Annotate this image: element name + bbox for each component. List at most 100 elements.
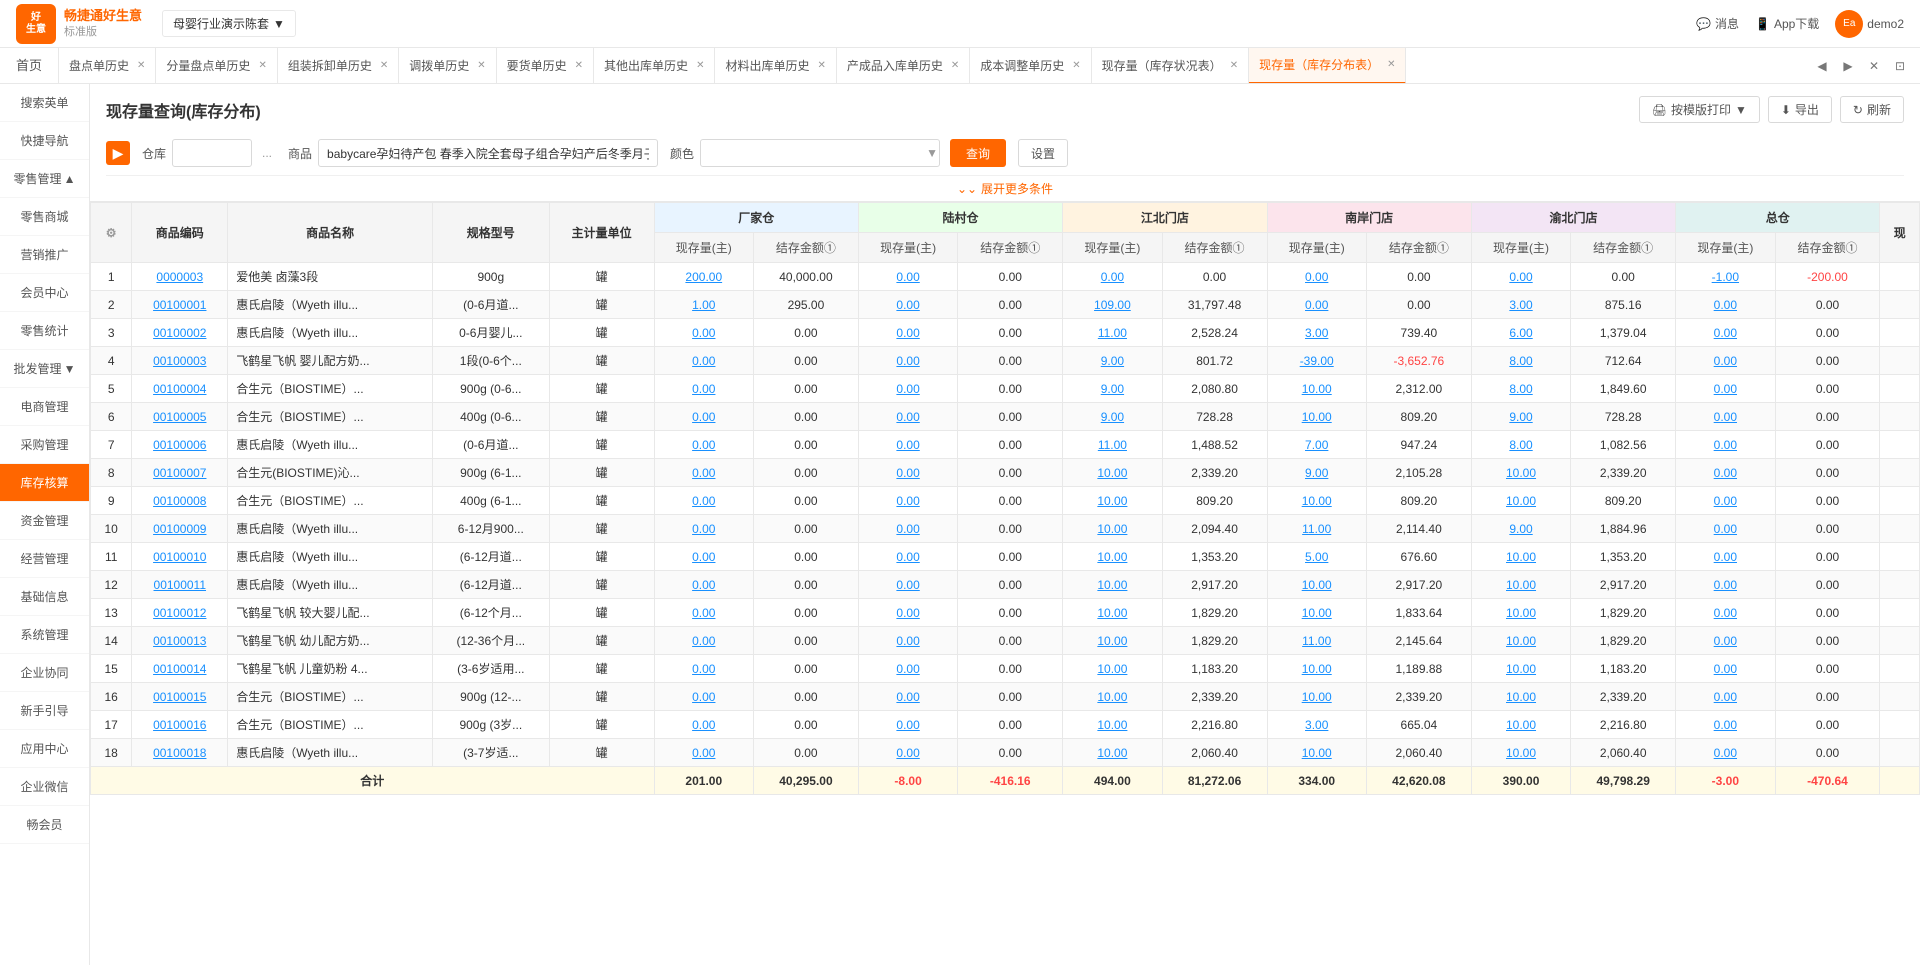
cell-zc-amt: 0.00 bbox=[1775, 739, 1880, 767]
tab-close-icon[interactable]: ✕ bbox=[380, 48, 388, 84]
table-row: 14 00100013 飞鹤星飞帆 幼儿配方奶... (12-36个月... 罐… bbox=[91, 627, 1920, 655]
tab-close-icon[interactable]: ✕ bbox=[1387, 48, 1395, 83]
tab-close-icon[interactable]: ✕ bbox=[258, 48, 266, 84]
tab-close-icon[interactable]: ✕ bbox=[575, 48, 583, 84]
app-download-btn[interactable]: 📱 App下载 bbox=[1755, 15, 1819, 32]
warehouse-input[interactable] bbox=[172, 139, 252, 167]
th-total: 总仓 bbox=[1676, 203, 1880, 233]
tab-close-all-btn[interactable]: ✕ bbox=[1862, 54, 1886, 78]
tab-yaohuo[interactable]: 要货单历史 ✕ bbox=[497, 48, 594, 84]
cell-fc-qty: 0.00 bbox=[654, 319, 753, 347]
cell-yb-qty: 10.00 bbox=[1471, 487, 1570, 515]
tab-prev-btn[interactable]: ◀ bbox=[1810, 54, 1834, 78]
sidebar-item-search[interactable]: 搜索英单 bbox=[0, 84, 89, 122]
th-jiangbei: 江北门店 bbox=[1063, 203, 1267, 233]
cell-na-amt: 739.40 bbox=[1366, 319, 1471, 347]
tab-close-icon[interactable]: ✕ bbox=[696, 48, 704, 84]
cell-lc-amt: 0.00 bbox=[958, 347, 1063, 375]
refresh-btn[interactable]: ↻ 刷新 bbox=[1840, 96, 1904, 123]
tab-close-icon[interactable]: ✕ bbox=[817, 48, 825, 84]
cell-name: 惠氏启陵（Wyeth illu... bbox=[228, 739, 433, 767]
query-btn[interactable]: 查询 bbox=[950, 139, 1006, 167]
tab-expand-btn[interactable]: ⊡ bbox=[1888, 54, 1912, 78]
cell-lc-amt: 0.00 bbox=[958, 739, 1063, 767]
tab-fpanding[interactable]: 分量盘点单历史 ✕ bbox=[156, 48, 277, 84]
sidebar-item-basic[interactable]: 基础信息 bbox=[0, 578, 89, 616]
tab-panding[interactable]: 盘点单历史 ✕ bbox=[59, 48, 156, 84]
tab-zuzhuang[interactable]: 组装拆卸单历史 ✕ bbox=[278, 48, 399, 84]
cell-fc-qty: 0.00 bbox=[654, 487, 753, 515]
sidebar-item-member[interactable]: 会员中心 bbox=[0, 274, 89, 312]
cell-jb-amt: 2,917.20 bbox=[1162, 571, 1267, 599]
cell-jb-amt: 809.20 bbox=[1162, 487, 1267, 515]
cell-fc-amt: 0.00 bbox=[753, 431, 858, 459]
cell-lc-qty: 0.00 bbox=[858, 375, 957, 403]
sidebar-item-inventory[interactable]: 库存核算 bbox=[0, 464, 89, 502]
tab-qtck[interactable]: 其他出库单历史 ✕ bbox=[594, 48, 715, 84]
sidebar-item-finance[interactable]: 资金管理 bbox=[0, 502, 89, 540]
th-gear[interactable]: ⚙ bbox=[91, 203, 132, 263]
cell-unit: 罐 bbox=[549, 515, 654, 543]
tab-clck[interactable]: 材料出库单历史 ✕ bbox=[715, 48, 836, 84]
cell-zc-qty: 0.00 bbox=[1676, 599, 1775, 627]
expand-more-btn[interactable]: ⌄⌄ 展开更多条件 bbox=[957, 180, 1053, 197]
cell-current bbox=[1880, 543, 1920, 571]
cell-na-amt: 0.00 bbox=[1366, 291, 1471, 319]
sidebar-item-ops[interactable]: 经营管理 bbox=[0, 540, 89, 578]
sidebar-item-wholesale[interactable]: 批发管理 ▼ bbox=[0, 350, 89, 388]
cell-spec: (6-12个月... bbox=[432, 599, 549, 627]
table-row: 5 00100004 合生元（BIOSTIME）... 900g (0-6...… bbox=[91, 375, 1920, 403]
sidebar-item-retail-mall[interactable]: 零售商城 bbox=[0, 198, 89, 236]
sidebar-item-retail-mgmt[interactable]: 零售管理 ▲ bbox=[0, 160, 89, 198]
export-btn[interactable]: ⬇ 导出 bbox=[1768, 96, 1832, 123]
cell-zc-qty: 0.00 bbox=[1676, 431, 1775, 459]
user-avatar-area[interactable]: Ea demo2 bbox=[1835, 10, 1904, 38]
cell-lc-qty: 0.00 bbox=[858, 403, 957, 431]
table-row: 3 00100002 惠氏启陵（Wyeth illu... 0-6月婴儿... … bbox=[91, 319, 1920, 347]
cell-unit: 罐 bbox=[549, 263, 654, 291]
tab-diaob[interactable]: 调拨单历史 ✕ bbox=[399, 48, 496, 84]
message-btn[interactable]: 💬 消息 bbox=[1696, 15, 1739, 32]
cell-spec: 1段(0-6个... bbox=[432, 347, 549, 375]
tab-xcl-dist[interactable]: 现存量（库存分布表） ✕ bbox=[1249, 48, 1406, 84]
cell-yb-amt: 2,216.80 bbox=[1571, 711, 1676, 739]
sidebar-item-nav[interactable]: 快捷导航 bbox=[0, 122, 89, 160]
tab-ccrk[interactable]: 产成品入库单历史 ✕ bbox=[837, 48, 970, 84]
cell-current bbox=[1880, 347, 1920, 375]
th-spec: 规格型号 bbox=[432, 203, 549, 263]
cell-yb-qty: 10.00 bbox=[1471, 571, 1570, 599]
tab-xcl-status[interactable]: 现存量（库存状况表） ✕ bbox=[1092, 48, 1249, 84]
tab-next-btn[interactable]: ▶ bbox=[1836, 54, 1860, 78]
sidebar-item-retail-stats[interactable]: 零售统计 bbox=[0, 312, 89, 350]
cell-zc-qty: 0.00 bbox=[1676, 375, 1775, 403]
sidebar-item-collab[interactable]: 企业协同 bbox=[0, 654, 89, 692]
industry-selector[interactable]: 母婴行业演示陈套 ▼ bbox=[162, 10, 296, 37]
setting-btn[interactable]: 设置 bbox=[1018, 139, 1068, 167]
sidebar-item-marketing[interactable]: 营销推广 bbox=[0, 236, 89, 274]
tab-cbtz[interactable]: 成本调整单历史 ✕ bbox=[970, 48, 1091, 84]
sidebar-item-purchase[interactable]: 采购管理 bbox=[0, 426, 89, 464]
print-btn[interactable]: 🖨 按模版打印 ▼ bbox=[1639, 96, 1760, 123]
sidebar-item-wechat[interactable]: 企业微信 bbox=[0, 768, 89, 806]
tab-close-icon[interactable]: ✕ bbox=[137, 48, 145, 84]
header-actions: 🖨 按模版打印 ▼ ⬇ 导出 ↻ 刷新 bbox=[1639, 96, 1904, 123]
sidebar-item-member2[interactable]: 畅会员 bbox=[0, 806, 89, 844]
sidebar-item-apps[interactable]: 应用中心 bbox=[0, 730, 89, 768]
sidebar-item-ecom[interactable]: 电商管理 bbox=[0, 388, 89, 426]
tab-close-icon[interactable]: ✕ bbox=[951, 48, 959, 84]
warehouse-ellipsis[interactable]: ... bbox=[258, 146, 276, 160]
tab-close-icon[interactable]: ✕ bbox=[1072, 48, 1080, 84]
color-input[interactable] bbox=[700, 139, 940, 167]
goods-input[interactable] bbox=[318, 139, 658, 167]
cell-lc-amt: 0.00 bbox=[958, 263, 1063, 291]
filter-expand-btn[interactable]: ▶ bbox=[106, 141, 130, 165]
sidebar-item-system[interactable]: 系统管理 bbox=[0, 616, 89, 654]
sidebar-item-guide[interactable]: 新手引导 bbox=[0, 692, 89, 730]
cell-spec: (12-36个月... bbox=[432, 627, 549, 655]
cell-fc-amt: 0.00 bbox=[753, 599, 858, 627]
tab-home[interactable]: 首页 bbox=[0, 48, 59, 84]
cell-zc-qty: 0.00 bbox=[1676, 515, 1775, 543]
cell-name: 爱他美 卤藻3段 bbox=[228, 263, 433, 291]
tab-close-icon[interactable]: ✕ bbox=[1230, 48, 1238, 84]
tab-close-icon[interactable]: ✕ bbox=[477, 48, 485, 84]
